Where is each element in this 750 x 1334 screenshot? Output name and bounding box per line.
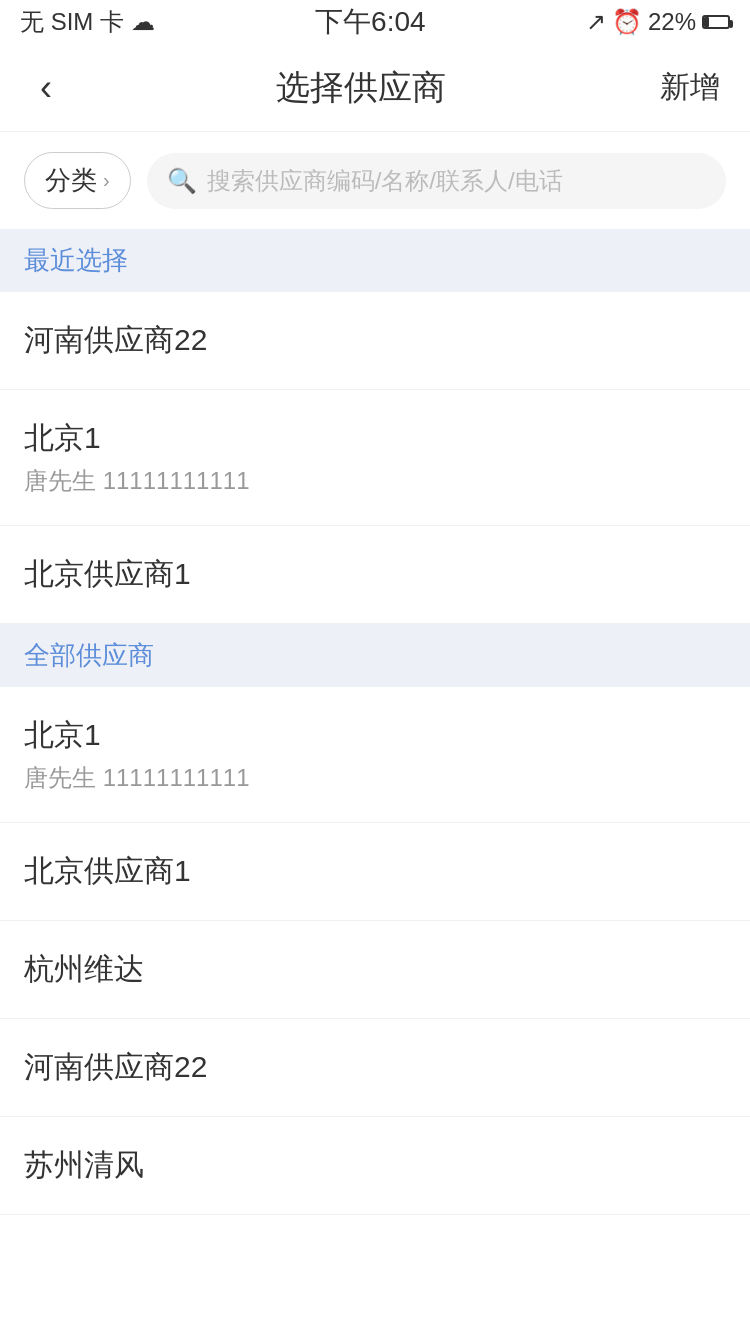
all-section-header: 全部供应商 [0,624,750,687]
status-left: 无 SIM 卡 ☁ [20,6,155,38]
sim-status: 无 SIM 卡 ☁ [20,6,155,38]
status-time: 下午6:04 [315,3,426,41]
recent-section-header: 最近选择 [0,229,750,292]
list-item[interactable]: 北京供应商1 [0,526,750,624]
chevron-right-icon: › [103,169,110,192]
item-name: 北京1 [24,715,726,756]
back-button[interactable]: ‹ [30,57,62,119]
list-item[interactable]: 北京1 唐先生 11111111111 [0,390,750,526]
list-item[interactable]: 北京1 唐先生 11111111111 [0,687,750,823]
search-placeholder: 搜索供应商编码/名称/联系人/电话 [207,165,563,197]
list-item[interactable]: 杭州维达 [0,921,750,1019]
recent-section-label: 最近选择 [24,245,128,275]
item-name: 河南供应商22 [24,1047,726,1088]
item-name: 北京1 [24,418,726,459]
search-icon: 🔍 [167,167,197,195]
list-item[interactable]: 河南供应商22 [0,292,750,390]
item-contact: 唐先生 11111111111 [24,762,726,794]
item-name: 河南供应商22 [24,320,726,361]
category-label: 分类 [45,163,97,198]
alarm-icon: ⏰ [612,8,642,36]
item-name: 苏州清风 [24,1145,726,1186]
list-item[interactable]: 河南供应商22 [0,1019,750,1117]
item-contact: 唐先生 11111111111 [24,465,726,497]
page-title: 选择供应商 [276,65,446,111]
search-box[interactable]: 🔍 搜索供应商编码/名称/联系人/电话 [147,153,726,209]
list-item[interactable]: 北京供应商1 [0,823,750,921]
all-section-label: 全部供应商 [24,640,154,670]
status-bar: 无 SIM 卡 ☁ 下午6:04 ↗ ⏰ 22% [0,0,750,44]
item-name: 北京供应商1 [24,554,726,595]
item-name: 杭州维达 [24,949,726,990]
location-icon: ↗ [586,8,606,36]
list-item[interactable]: 苏州清风 [0,1117,750,1215]
category-button[interactable]: 分类 › [24,152,131,209]
all-items-list: 北京1 唐先生 11111111111 北京供应商1 杭州维达河南供应商22 苏州清… [0,687,750,1215]
item-name: 北京供应商1 [24,851,726,892]
nav-bar: ‹ 选择供应商 新增 [0,44,750,132]
battery-percent: 22% [648,8,696,36]
filter-bar: 分类 › 🔍 搜索供应商编码/名称/联系人/电话 [0,132,750,229]
add-button[interactable]: 新增 [660,67,720,108]
status-right: ↗ ⏰ 22% [586,8,730,36]
battery-icon [702,15,730,29]
recent-items-list: 河南供应商22 北京1 唐先生 11111111111 北京供应商1 [0,292,750,624]
